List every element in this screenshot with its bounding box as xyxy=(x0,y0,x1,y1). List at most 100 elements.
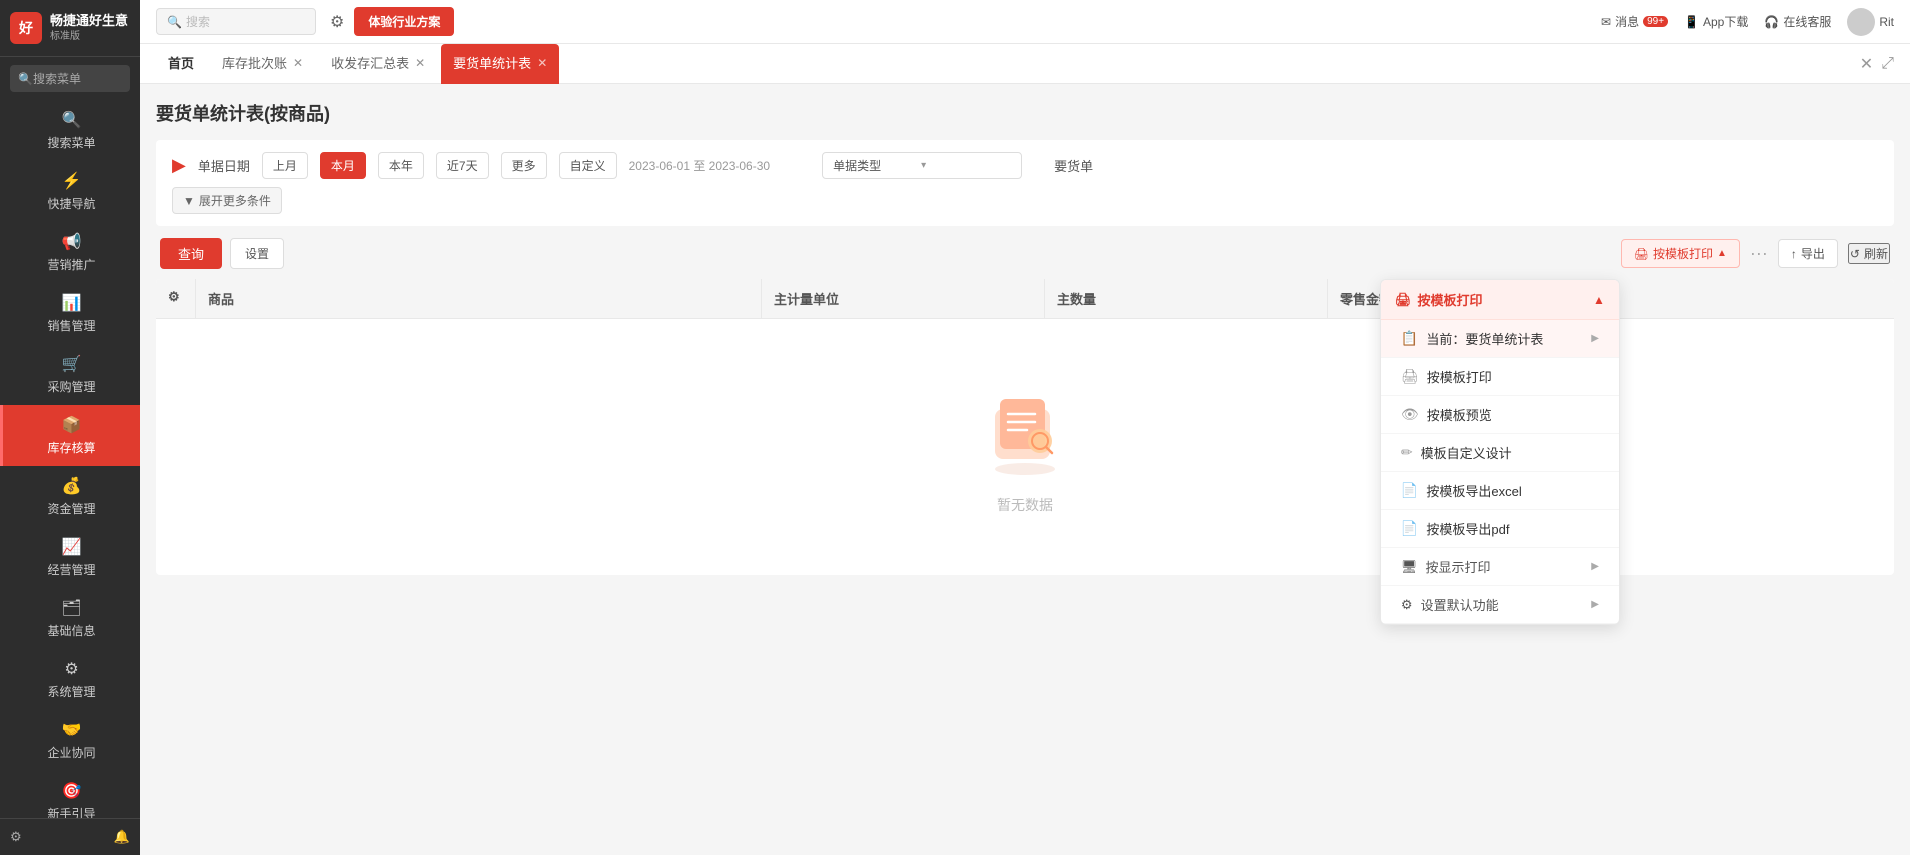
sidebar-item-guide[interactable]: 🎯 新手引导 xyxy=(0,771,140,818)
online-service-item[interactable]: 🎧 在线客服 xyxy=(1764,13,1831,30)
settings-button[interactable]: 设置 xyxy=(230,238,284,269)
dropdown-header[interactable]: 🖨 按模板打印 ▲ xyxy=(1381,280,1619,320)
refresh-button[interactable]: ↺ 刷新 xyxy=(1848,243,1890,264)
sidebar-item-collab[interactable]: 🤝 企业协同 xyxy=(0,710,140,771)
dropdown-template-export-pdf[interactable]: 📄 按模板导出pdf xyxy=(1381,510,1619,548)
table-header: ⚙ 商品 主计量单位 主数量 零售金额 xyxy=(156,279,1894,319)
dropdown-template-export-excel[interactable]: 📄 按模板导出excel xyxy=(1381,472,1619,510)
operations-icon: 📈 xyxy=(62,537,82,557)
order-type-label: 单据类型 xyxy=(833,157,881,174)
order-type-chevron-icon: ▾ xyxy=(921,160,926,171)
sidebar-item-label: 系统管理 xyxy=(47,683,95,700)
empty-svg xyxy=(975,379,1075,479)
tab-receipt-summary[interactable]: 收发存汇总表 ✕ xyxy=(319,44,437,84)
close-tab-batch-account[interactable]: ✕ xyxy=(293,56,303,70)
date-prev-month[interactable]: 上月 xyxy=(262,152,308,179)
data-table: ⚙ 商品 主计量单位 主数量 零售金额 xyxy=(156,279,1894,575)
sidebar-item-inventory[interactable]: 📦 库存核算 xyxy=(0,405,140,466)
logo-icon: 好 xyxy=(10,12,42,44)
tab-order-stats[interactable]: 要货单统计表 ✕ xyxy=(441,44,559,84)
sidebar-item-label: 采购管理 xyxy=(47,378,95,395)
filter-collapse-icon[interactable]: ▶ xyxy=(172,155,186,176)
toolbar: 查询 设置 🖨 按模板打印 ▲ 🖨 xyxy=(156,238,1894,269)
sidebar-bottom: ⚙ 🔔 xyxy=(0,818,140,855)
sidebar-item-shortcut[interactable]: ⚡ 快捷导航 xyxy=(0,161,140,222)
expand-more-filters-button[interactable]: ▼ 展开更多条件 xyxy=(172,187,282,214)
tab-close-all-icon[interactable]: ✕ xyxy=(1860,54,1873,74)
dropdown-template-preview[interactable]: 👁 按模板预览 xyxy=(1381,396,1619,434)
close-tab-order-stats[interactable]: ✕ xyxy=(537,56,547,70)
current-template-icon: 📋 xyxy=(1401,330,1418,347)
print-template-container: 🖨 按模板打印 ▲ 🖨 按模板打印 ▲ xyxy=(1621,239,1740,268)
main-area: 🔍 搜索 ⚙ 体验行业方案 ✉ 消息 99+ 📱 App下载 🎧 在线客服 Ri… xyxy=(140,0,1910,855)
template-print-icon: 🖨 xyxy=(1401,368,1419,385)
column-settings-icon[interactable]: ⚙ xyxy=(168,289,180,304)
date-last-7-days[interactable]: 近7天 xyxy=(436,152,489,179)
export-button[interactable]: ↑ 导出 xyxy=(1778,239,1838,268)
sidebar-item-label: 企业协同 xyxy=(47,744,95,761)
trial-button[interactable]: 体验行业方案 xyxy=(354,7,454,36)
message-badge: 99+ xyxy=(1643,16,1668,27)
date-current-year[interactable]: 本年 xyxy=(378,152,424,179)
filter-row: ▶ 单据日期 上月 本月 本年 近7天 更多 自定义 2023-06-01 至 … xyxy=(172,152,1878,179)
query-button[interactable]: 查询 xyxy=(160,238,222,269)
filter-card: ▶ 单据日期 上月 本月 本年 近7天 更多 自定义 2023-06-01 至 … xyxy=(156,140,1894,226)
dropdown-current-template[interactable]: 📋 当前：要货单统计表 ▶ xyxy=(1381,320,1619,358)
message-item[interactable]: ✉ 消息 99+ xyxy=(1601,13,1668,30)
tab-expand-icon[interactable]: ⤢ xyxy=(1881,55,1894,73)
sidebar-logo: 好 畅捷通好生意 标准版 xyxy=(0,0,140,57)
sidebar-item-label: 搜索菜单 xyxy=(47,134,95,151)
th-goods: 商品 xyxy=(196,279,762,318)
date-more[interactable]: 更多 xyxy=(501,152,547,179)
logo-text: 畅捷通好生意 标准版 xyxy=(50,13,128,43)
th-settings[interactable]: ⚙ xyxy=(156,279,196,318)
dropdown-display-print[interactable]: 🖥 按显示打印 ▶ xyxy=(1381,548,1619,586)
export-excel-icon: 📄 xyxy=(1401,482,1418,499)
brand-name: 畅捷通好生意 xyxy=(50,13,128,30)
dropdown-template-design[interactable]: ✏ 模板自定义设计 xyxy=(1381,434,1619,472)
set-default-icon: ⚙ xyxy=(1401,597,1413,613)
date-custom[interactable]: 自定义 xyxy=(559,152,617,179)
sidebar-item-search[interactable]: 🔍 搜索菜单 xyxy=(0,100,140,161)
empty-message: 暂无数据 xyxy=(997,495,1053,515)
sidebar-item-basic[interactable]: 🗂 基础信息 xyxy=(0,588,140,649)
sidebar-item-purchase[interactable]: 🛒 采购管理 xyxy=(0,344,140,405)
th-extra xyxy=(1611,279,1894,318)
close-tab-receipt-summary[interactable]: ✕ xyxy=(415,56,425,70)
more-options-icon[interactable]: ··· xyxy=(1750,243,1768,264)
date-label: 单据日期 xyxy=(198,156,250,175)
sidebar-item-label: 销售管理 xyxy=(47,317,95,334)
user-avatar[interactable]: Rit xyxy=(1847,8,1894,36)
dropdown-close-arrow-icon[interactable]: ▲ xyxy=(1593,293,1605,307)
sound-icon[interactable]: 🔔 xyxy=(114,829,130,845)
app-download-item[interactable]: 📱 App下载 xyxy=(1684,13,1748,30)
date-current-month[interactable]: 本月 xyxy=(320,152,366,179)
collab-icon: 🤝 xyxy=(62,720,82,740)
dropdown-set-default[interactable]: ⚙ 设置默认功能 ▶ xyxy=(1381,586,1619,624)
search-nav-icon: 🔍 xyxy=(62,110,82,130)
sidebar-item-operations[interactable]: 📈 经营管理 xyxy=(0,527,140,588)
system-icon: ⚙ xyxy=(64,659,78,679)
sidebar-item-marketing[interactable]: 📢 营销推广 xyxy=(0,222,140,283)
order-type-select[interactable]: 单据类型 ▾ xyxy=(822,152,1022,179)
sidebar-search[interactable]: 🔍 搜索菜单 xyxy=(10,65,130,92)
marketing-icon: 📢 xyxy=(62,232,82,252)
set-default-arrow-icon: ▶ xyxy=(1591,599,1599,610)
topbar-gear-icon[interactable]: ⚙ xyxy=(330,12,344,32)
dropdown-header-label: 按模板打印 xyxy=(1417,290,1482,309)
settings-icon[interactable]: ⚙ xyxy=(10,829,22,845)
display-print-icon: 🖥 xyxy=(1401,559,1418,575)
tab-batch-account[interactable]: 库存批次账 ✕ xyxy=(210,44,315,84)
sidebar-item-finance[interactable]: 💰 资金管理 xyxy=(0,466,140,527)
sidebar-item-system[interactable]: ⚙ 系统管理 xyxy=(0,649,140,710)
goods-label: 要货单 xyxy=(1054,156,1093,175)
guide-icon: 🎯 xyxy=(62,781,82,801)
topbar-search[interactable]: 🔍 搜索 xyxy=(156,8,316,35)
tab-home[interactable]: 首页 xyxy=(156,44,206,84)
date-range-display: 2023-06-01 至 2023-06-30 xyxy=(629,157,770,174)
print-template-button[interactable]: 🖨 按模板打印 ▲ xyxy=(1621,239,1740,268)
refresh-icon: ↺ xyxy=(1850,247,1860,261)
sidebar-item-sales[interactable]: 📊 销售管理 xyxy=(0,283,140,344)
sidebar-item-label: 经营管理 xyxy=(47,561,95,578)
dropdown-template-print[interactable]: 🖨 按模板打印 xyxy=(1381,358,1619,396)
